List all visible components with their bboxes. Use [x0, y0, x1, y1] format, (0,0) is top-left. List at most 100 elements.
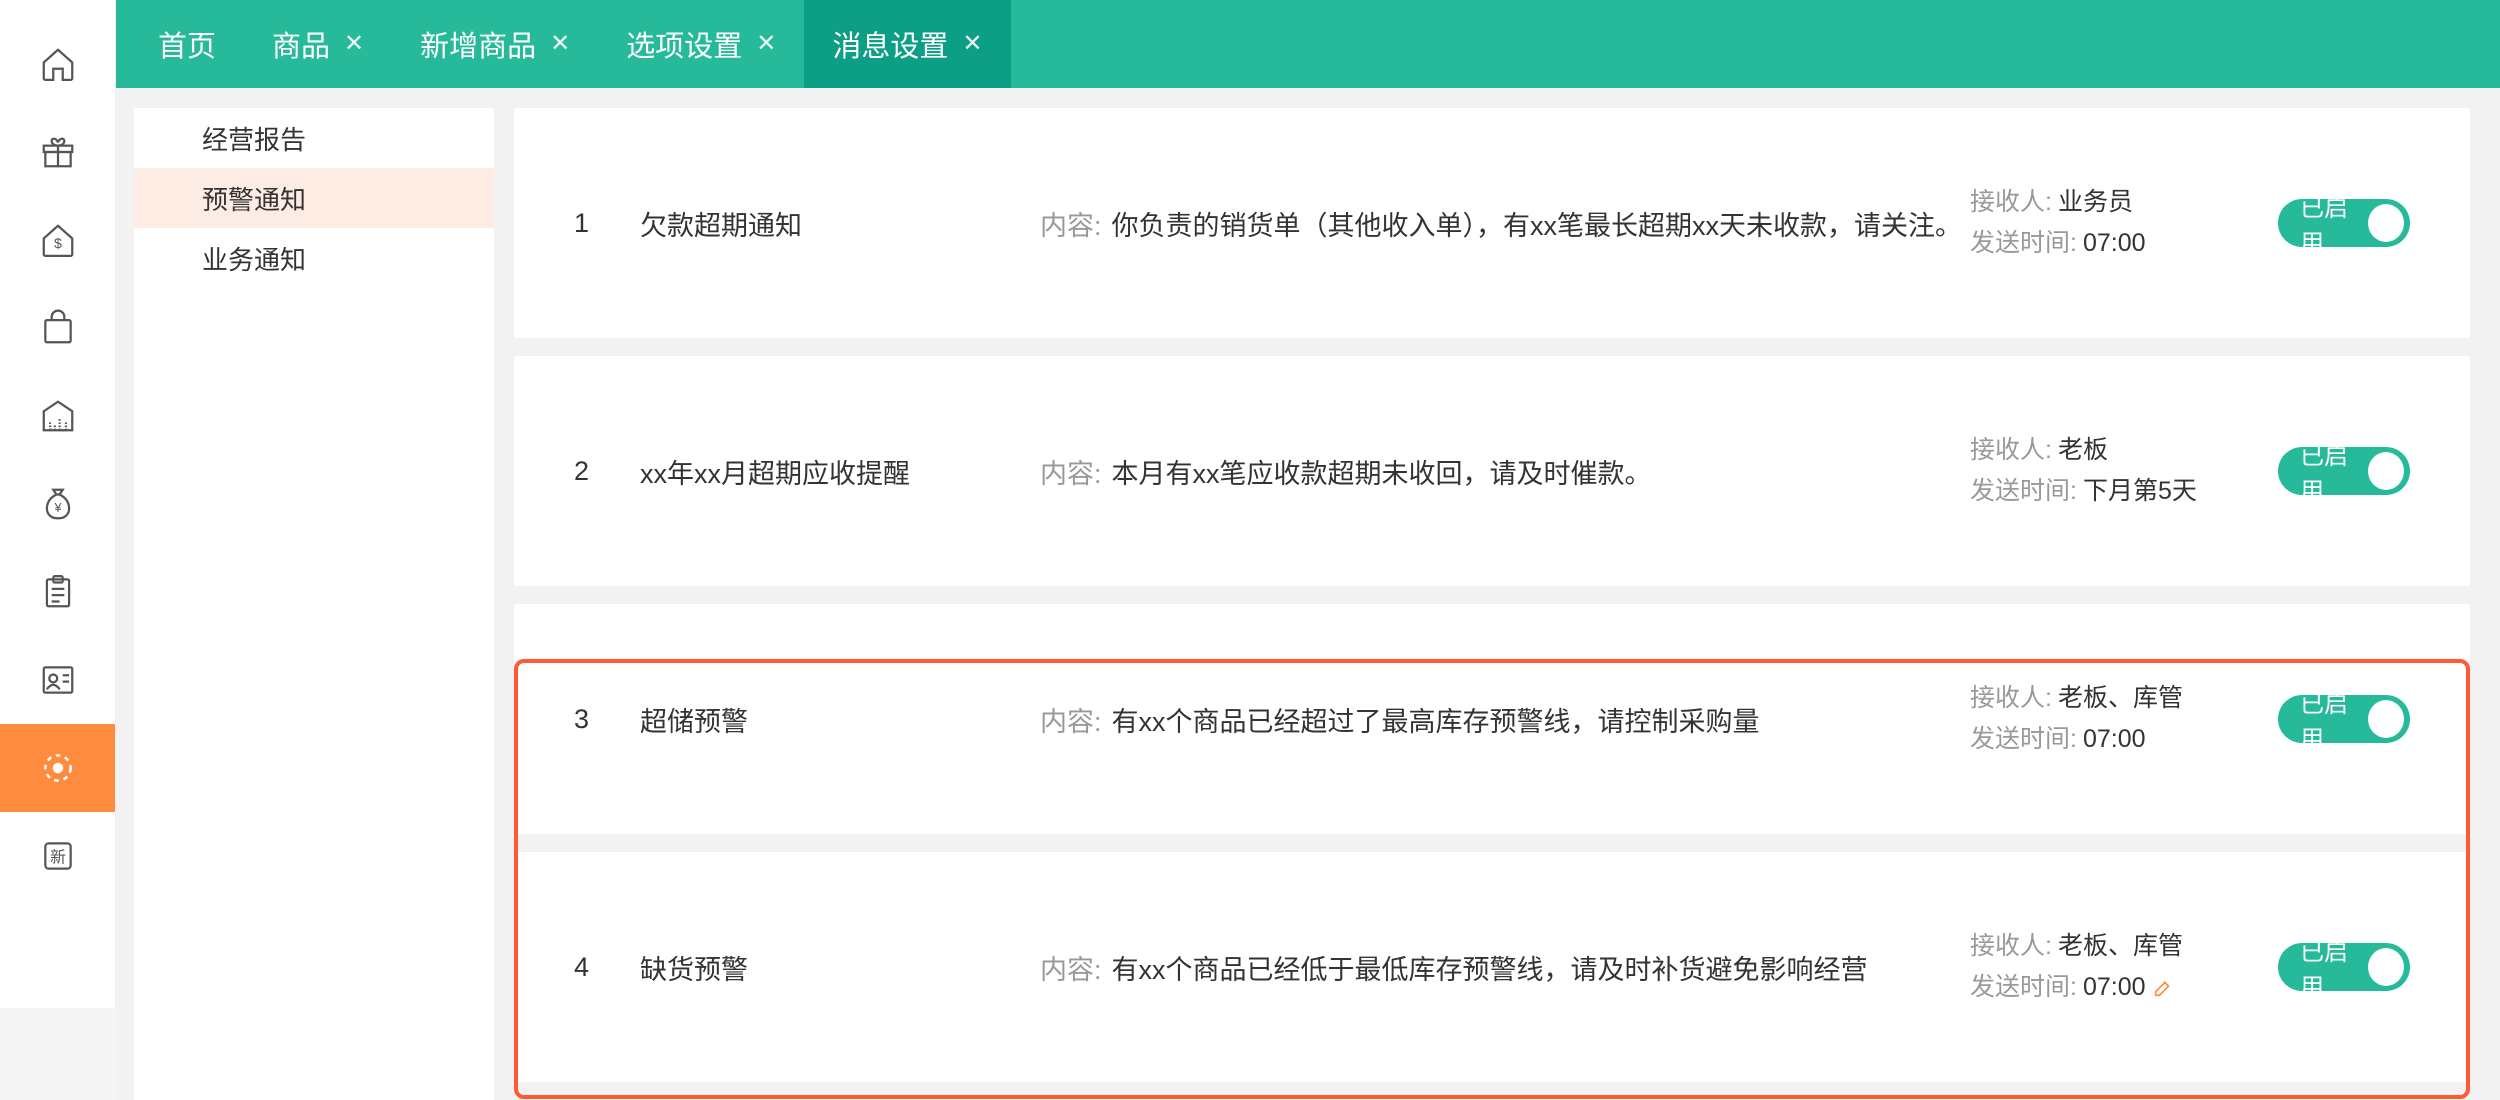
sendtime-label: 发送时间: — [1970, 719, 2077, 760]
tab-message-settings[interactable]: 消息设置 ✕ — [804, 0, 1010, 88]
recipient-label: 接收人: — [1970, 182, 2052, 223]
toggle-label: 已启用 — [2300, 684, 2368, 754]
card-title: xx年xx月超期应收提醒 — [640, 452, 1040, 491]
card-number: 2 — [574, 456, 640, 487]
sendtime-label: 发送时间: — [1970, 471, 2077, 512]
tab-products[interactable]: 商品 ✕ — [244, 0, 392, 88]
sendtime-value: 下月第5天 — [2083, 471, 2197, 512]
subnav-label: 业务通知 — [202, 240, 306, 277]
content-label: 内容: — [1040, 452, 1102, 491]
sidebar-item-money[interactable]: ¥ — [0, 460, 115, 548]
recipient-label: 接收人: — [1970, 926, 2052, 967]
sendtime-value: 07:00 — [2083, 719, 2146, 760]
card-title: 缺货预警 — [640, 948, 1040, 987]
toggle-knob — [2368, 700, 2404, 738]
content-label: 内容: — [1040, 204, 1102, 243]
recipient-value: 业务员 — [2058, 182, 2133, 223]
subnav-label: 预警通知 — [202, 180, 306, 217]
toggle-knob — [2368, 204, 2404, 242]
enable-toggle[interactable]: 已启用 — [2278, 695, 2410, 743]
card-title: 欠款超期通知 — [640, 204, 1040, 243]
card-meta: 接收人: 老板、库管发送时间: 07:00 — [1970, 926, 2240, 1009]
settings-icon — [39, 749, 77, 787]
sidebar-item-settings[interactable] — [0, 724, 115, 812]
card-content: 内容: 有xx个商品已经超过了最高库存预警线，请控制采购量 — [1040, 700, 1970, 739]
card-meta: 接收人: 老板、库管发送时间: 07:00 — [1970, 678, 2240, 761]
toggle-label: 已启用 — [2300, 932, 2368, 1002]
sendtime-label: 发送时间: — [1970, 223, 2077, 264]
close-icon[interactable]: ✕ — [344, 32, 364, 56]
tab-home[interactable]: 首页 — [130, 0, 244, 88]
notification-list: 1欠款超期通知内容:你负责的销货单（其他收入单），有xx笔最长超期xx天未收款，… — [514, 108, 2500, 1100]
warehouse-icon — [39, 397, 77, 435]
contact-icon — [39, 661, 77, 699]
sidebar-item-home[interactable] — [0, 20, 115, 108]
card-number: 3 — [574, 704, 640, 735]
new-icon: 新 — [39, 837, 77, 875]
sidebar-item-shop[interactable] — [0, 284, 115, 372]
notification-card: 3超储预警内容: 有xx个商品已经超过了最高库存预警线，请控制采购量 接收人: 老板… — [514, 604, 2470, 834]
content-text: 你负责的销货单（其他收入单），有xx笔最长超期xx天未收款，请关注。 — [1112, 204, 1963, 243]
toggle-label: 已启用 — [2300, 188, 2368, 258]
edit-icon[interactable] — [2152, 977, 2174, 999]
enable-toggle[interactable]: 已启用 — [2278, 199, 2410, 247]
sidebar-item-gift[interactable] — [0, 108, 115, 196]
tab-label: 选项设置 — [626, 23, 742, 65]
enable-toggle[interactable]: 已启用 — [2278, 943, 2410, 991]
gift-icon — [39, 133, 77, 171]
tab-new-product[interactable]: 新增商品 ✕ — [392, 0, 598, 88]
card-number: 4 — [574, 952, 640, 983]
recipient-value: 老板、库管 — [2058, 678, 2183, 719]
toggle-knob — [2368, 948, 2404, 986]
tab-label: 新增商品 — [420, 23, 536, 65]
tabbar: 首页 商品 ✕ 新增商品 ✕ 选项设置 ✕ 消息设置 ✕ — [116, 0, 2500, 88]
close-icon[interactable]: ✕ — [756, 32, 776, 56]
tab-label: 消息设置 — [832, 23, 948, 65]
card-number: 1 — [574, 208, 640, 239]
sidebar-item-warehouse[interactable] — [0, 372, 115, 460]
subnav: 经营报告 预警通知 业务通知 — [134, 108, 494, 1100]
svg-text:¥: ¥ — [53, 501, 62, 515]
sendtime-value: 07:00 — [2083, 223, 2146, 264]
notification-card: 4缺货预警内容:有xx个商品已经低于最低库存预警线，请及时补货避免影响经营接收人… — [514, 852, 2470, 1082]
sidebar-item-contact[interactable] — [0, 636, 115, 724]
card-content: 内容: 你负责的销货单（其他收入单），有xx笔最长超期xx天未收款，请关注。 — [1040, 204, 1970, 243]
enable-toggle[interactable]: 已启用 — [2278, 447, 2410, 495]
tab-label: 商品 — [272, 23, 330, 65]
tab-label: 首页 — [158, 23, 216, 65]
card-content: 内容:有xx个商品已经低于最低库存预警线，请及时补货避免影响经营 — [1040, 948, 1970, 987]
house-money-icon: $ — [39, 221, 77, 259]
content-label: 内容: — [1040, 700, 1102, 739]
toggle-knob — [2368, 452, 2404, 490]
recipient-value: 老板、库管 — [2058, 926, 2183, 967]
subnav-item-business[interactable]: 业务通知 — [134, 228, 494, 288]
content-text: 本月有xx笔应收款超期未收回，请及时催款。 — [1112, 452, 1652, 491]
recipient-label: 接收人: — [1970, 430, 2052, 471]
subnav-label: 经营报告 — [202, 120, 306, 157]
sidebar-item-price[interactable]: $ — [0, 196, 115, 284]
tab-option-settings[interactable]: 选项设置 ✕ — [598, 0, 804, 88]
subnav-item-report[interactable]: 经营报告 — [134, 108, 494, 168]
content-text: 有xx个商品已经低于最低库存预警线，请及时补货避免影响经营 — [1112, 948, 1868, 987]
close-icon[interactable]: ✕ — [550, 32, 570, 56]
sendtime-value: 07:00 — [2083, 967, 2146, 1008]
moneybag-icon: ¥ — [39, 485, 77, 523]
sidebar-item-new[interactable]: 新 — [0, 812, 115, 900]
notification-card: 1欠款超期通知内容: 你负责的销货单（其他收入单），有xx笔最长超期xx天未收款，… — [514, 108, 2470, 338]
subnav-item-alert[interactable]: 预警通知 — [134, 168, 494, 228]
sidebar: $ ¥ 新 — [0, 0, 116, 1008]
clipboard-icon — [39, 573, 77, 611]
sidebar-item-clipboard[interactable] — [0, 548, 115, 636]
card-meta: 接收人: 业务员发送时间: 07:00 — [1970, 182, 2240, 265]
card-content: 内容: 本月有xx笔应收款超期未收回，请及时催款。 — [1040, 452, 1970, 491]
close-icon[interactable]: ✕ — [962, 32, 982, 56]
home-icon — [39, 45, 77, 83]
recipient-label: 接收人: — [1970, 678, 2052, 719]
notification-card: 2xx年xx月超期应收提醒内容: 本月有xx笔应收款超期未收回，请及时催款。 接收人… — [514, 356, 2470, 586]
toggle-label: 已启用 — [2300, 436, 2368, 506]
card-meta: 接收人: 老板发送时间: 下月第5天 — [1970, 430, 2240, 513]
card-title: 超储预警 — [640, 700, 1040, 739]
svg-text:新: 新 — [50, 848, 66, 866]
content-text: 有xx个商品已经超过了最高库存预警线，请控制采购量 — [1112, 700, 1760, 739]
bag-icon — [39, 309, 77, 347]
